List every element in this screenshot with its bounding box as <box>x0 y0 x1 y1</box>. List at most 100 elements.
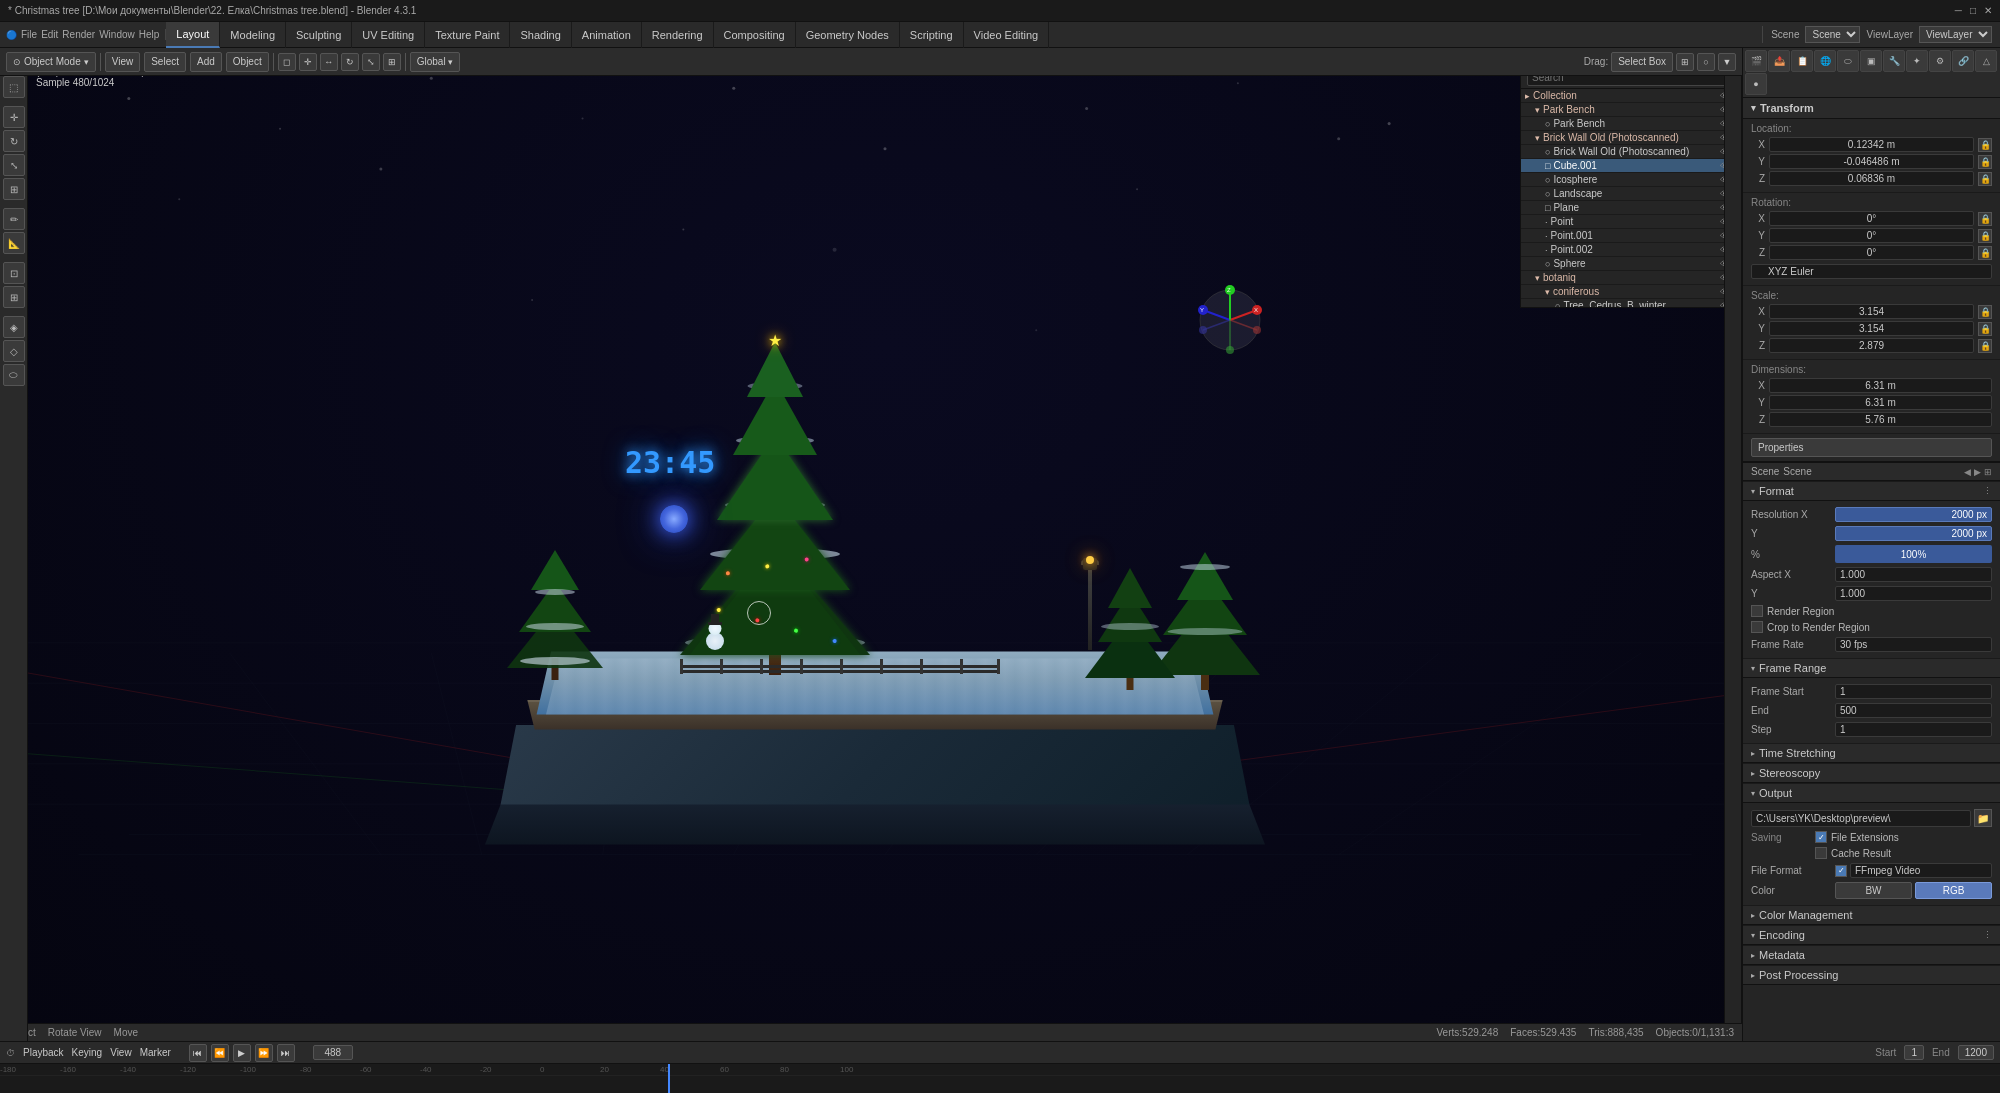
end-frame[interactable]: 1200 <box>1958 1045 1994 1060</box>
outliner-item[interactable]: □Plane👁◈ <box>1521 201 1742 215</box>
loc-z-lock[interactable]: 🔒 <box>1978 172 1992 186</box>
timeline-scrub-bar[interactable]: -180 -160 -140 -120 -100 -80 -60 -40 -20… <box>0 1064 2000 1093</box>
output-path-input[interactable]: C:\Users\YK\Desktop\preview\ <box>1751 810 1971 827</box>
current-frame[interactable]: 488 <box>313 1045 353 1060</box>
loc-y-lock[interactable]: 🔒 <box>1978 155 1992 169</box>
outliner-item[interactable]: ○Tree_Cedrus_B_winter👁◈ <box>1521 299 1742 308</box>
workspace-tab-animation[interactable]: Animation <box>572 22 642 48</box>
tool-shear-icon[interactable]: ◇ <box>3 340 25 362</box>
outliner-item[interactable]: ·Point.002👁◈ <box>1521 243 1742 257</box>
marker-btn[interactable]: Marker <box>140 1047 171 1058</box>
scale-y-value[interactable]: 3.154 <box>1769 321 1974 336</box>
workspace-tab-scripting[interactable]: Scripting <box>900 22 964 48</box>
playback-btn[interactable]: Playback <box>23 1047 64 1058</box>
ffmpeg-checkbox[interactable]: ✓ <box>1835 865 1847 877</box>
loc-z-value[interactable]: 0.06836 m <box>1769 171 1974 186</box>
filter-icon[interactable]: ▼ <box>1718 53 1736 71</box>
loc-x-lock[interactable]: 🔒 <box>1978 138 1992 152</box>
file-extensions-checkbox[interactable]: ✓ <box>1815 831 1827 843</box>
tool-scale-icon[interactable]: ⤡ <box>3 154 25 176</box>
jump-start-btn[interactable]: ⏮ <box>189 1044 207 1062</box>
close-btn[interactable]: ✕ <box>1984 5 1992 16</box>
path-browse-btn[interactable]: 📁 <box>1974 809 1992 827</box>
tool-extrude-icon[interactable]: ⊞ <box>3 286 25 308</box>
stereoscopy-header[interactable]: ▸ Stereoscopy <box>1743 764 2000 783</box>
post-processing-header[interactable]: ▸ Post Processing <box>1743 966 2000 985</box>
tool-rotate[interactable]: ↻ <box>341 53 359 71</box>
outliner-item[interactable]: ▸Collection👁◈ <box>1521 89 1742 103</box>
encoding-header[interactable]: ▾ Encoding ⋮ <box>1743 926 2000 945</box>
frame-end-value[interactable]: 500 <box>1835 703 1992 718</box>
help-menu[interactable]: Help <box>139 29 160 40</box>
viewport-gizmo[interactable]: X Y Z <box>1195 285 1265 355</box>
outliner-item[interactable]: ▾Brick Wall Old (Photoscanned)👁◈ <box>1521 131 1742 145</box>
color-management-header[interactable]: ▸ Color Management <box>1743 906 2000 925</box>
loc-x-value[interactable]: 0.12342 m <box>1769 137 1974 152</box>
material-icon[interactable]: ● <box>1745 73 1767 95</box>
particles-icon[interactable]: ✦ <box>1906 50 1928 72</box>
scene-prev-icon[interactable]: ◀ <box>1964 467 1971 477</box>
format-options-icon[interactable]: ⋮ <box>1983 486 1992 496</box>
workspace-tab-sculpting[interactable]: Sculpting <box>286 22 352 48</box>
workspace-tab-compositing[interactable]: Compositing <box>714 22 796 48</box>
outliner-item[interactable]: ○Brick Wall Old (Photoscanned)👁◈ <box>1521 145 1742 159</box>
start-frame[interactable]: 1 <box>1904 1045 1924 1060</box>
dim-y-value[interactable]: 6.31 m <box>1769 395 1992 410</box>
scene-icon[interactable]: 🌐 <box>1814 50 1836 72</box>
scene-select[interactable]: Scene <box>1805 26 1860 43</box>
window-menu[interactable]: Window <box>99 29 135 40</box>
tool-transform2-icon[interactable]: ⊞ <box>3 178 25 200</box>
res-y-value[interactable]: 2000 px <box>1835 526 1992 541</box>
outliner-item[interactable]: ·Point.001👁◈ <box>1521 229 1742 243</box>
rotate-view-status[interactable]: Rotate View <box>48 1027 102 1038</box>
metadata-header[interactable]: ▸ Metadata <box>1743 946 2000 965</box>
aspect-x-value[interactable]: 1.000 <box>1835 567 1992 582</box>
frame-start-value[interactable]: 1 <box>1835 684 1992 699</box>
frame-rate-value[interactable]: 30 fps <box>1835 637 1992 652</box>
outliner-item[interactable]: ○Park Bench👁◈ <box>1521 117 1742 131</box>
tool-rotate-icon[interactable]: ↻ <box>3 130 25 152</box>
rgb-btn[interactable]: RGB <box>1915 882 1992 899</box>
jump-end-btn[interactable]: ⏭ <box>277 1044 295 1062</box>
workspace-tab-layout[interactable]: Layout <box>166 22 220 48</box>
workspace-tab-modeling[interactable]: Modeling <box>220 22 286 48</box>
viewlayer-select[interactable]: ViewLayer <box>1919 26 1992 43</box>
rot-x-value[interactable]: 0° <box>1769 211 1974 226</box>
rot-mode-value[interactable]: XYZ Euler <box>1751 264 1992 279</box>
modifiers-icon[interactable]: 🔧 <box>1883 50 1905 72</box>
tool-cursor[interactable]: ✛ <box>299 53 317 71</box>
scale-x-value[interactable]: 3.154 <box>1769 304 1974 319</box>
scale-z-lock[interactable]: 🔒 <box>1978 339 1992 353</box>
rot-z-value[interactable]: 0° <box>1769 245 1974 260</box>
outliner-item[interactable]: ▾Park Bench👁◈ <box>1521 103 1742 117</box>
properties-btn[interactable]: Properties <box>1751 438 1992 457</box>
move-status[interactable]: Move <box>114 1027 138 1038</box>
crop-checkbox[interactable] <box>1751 621 1763 633</box>
bw-btn[interactable]: BW <box>1835 882 1912 899</box>
dim-z-value[interactable]: 5.76 m <box>1769 412 1992 427</box>
outliner-item[interactable]: ·Point👁◈ <box>1521 215 1742 229</box>
render-icon[interactable]: 🎬 <box>1745 50 1767 72</box>
cache-checkbox[interactable] <box>1815 847 1827 859</box>
tool-measure-icon[interactable]: 📐 <box>3 232 25 254</box>
outliner-item[interactable]: ▾botaniq👁◈ <box>1521 271 1742 285</box>
tool-move[interactable]: ↔ <box>320 53 338 71</box>
workspace-tab-geometry-nodes[interactable]: Geometry Nodes <box>796 22 900 48</box>
outliner-item[interactable]: □Cube.001👁◈ <box>1521 159 1742 173</box>
file-format-value[interactable]: FFmpeg Video <box>1850 863 1992 878</box>
output-icon[interactable]: 📤 <box>1768 50 1790 72</box>
workspace-tab-video-editing[interactable]: Video Editing <box>964 22 1050 48</box>
add-btn[interactable]: Add <box>190 52 222 72</box>
transform-header[interactable]: ▾ Transform <box>1743 98 2000 119</box>
workspace-tab-uv-editing[interactable]: UV Editing <box>352 22 425 48</box>
mode-selector[interactable]: ⊙ Object Mode ▾ <box>6 52 96 72</box>
proportional-edit-icon[interactable]: ○ <box>1697 53 1715 71</box>
scene-next-icon[interactable]: ▶ <box>1974 467 1981 477</box>
edit-menu[interactable]: Edit <box>41 29 58 40</box>
minimize-btn[interactable]: ─ <box>1955 5 1962 16</box>
workspace-tab-shading[interactable]: Shading <box>510 22 571 48</box>
tool-select-icon[interactable]: ⬚ <box>3 76 25 98</box>
dim-x-value[interactable]: 6.31 m <box>1769 378 1992 393</box>
tool-annotate-icon[interactable]: ✏ <box>3 208 25 230</box>
aspect-y-value[interactable]: 1.000 <box>1835 586 1992 601</box>
